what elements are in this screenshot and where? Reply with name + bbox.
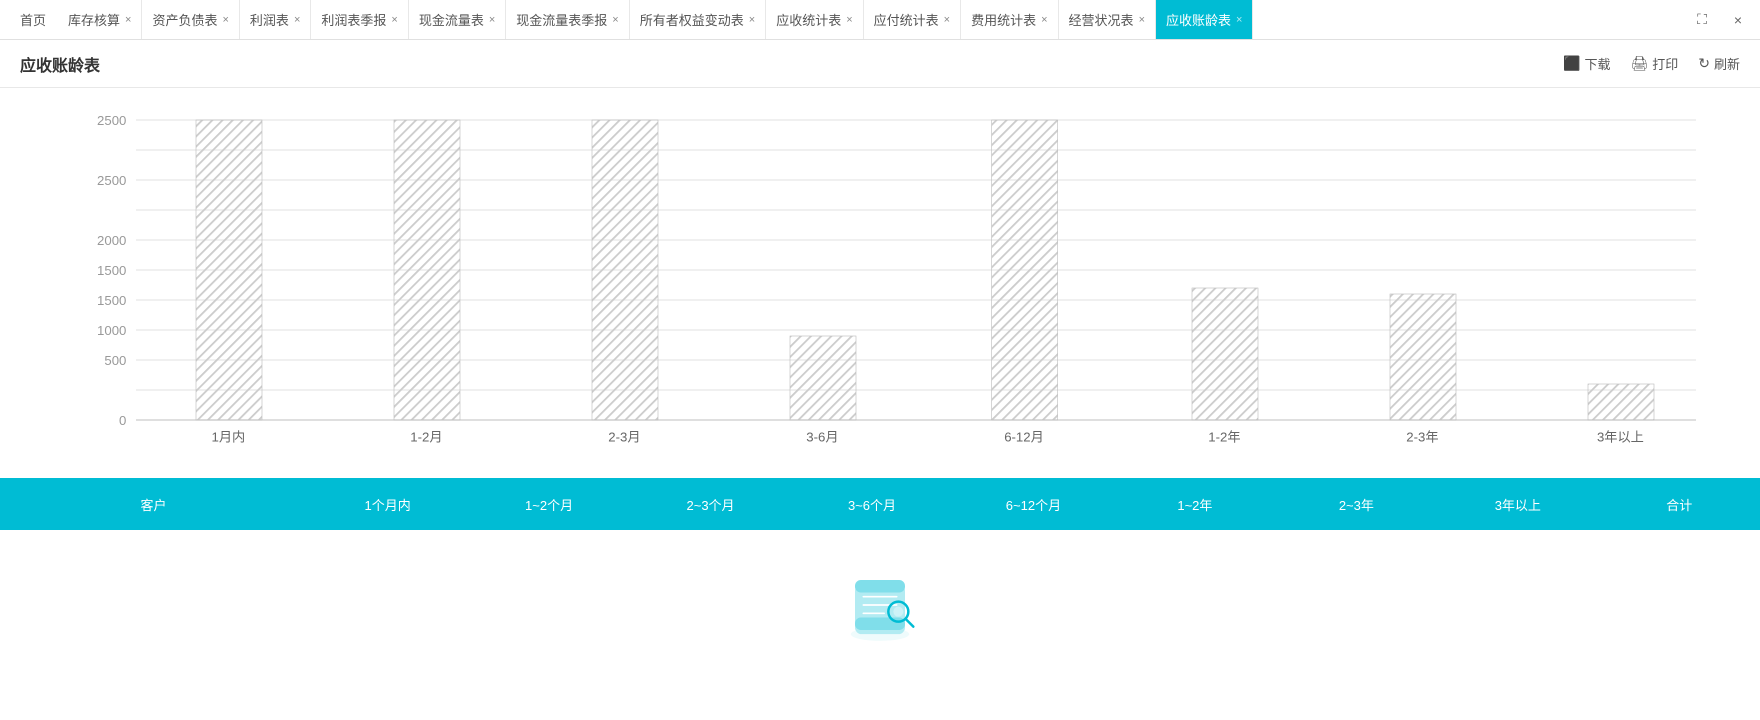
svg-text:1500: 1500: [97, 263, 126, 278]
tab-inventory[interactable]: 库存核算 ×: [58, 0, 142, 40]
close-icon[interactable]: ×: [846, 14, 852, 26]
svg-text:1-2月: 1-2月: [410, 430, 442, 445]
close-icon[interactable]: ×: [294, 14, 300, 26]
download-button[interactable]: ⬛ 下载: [1563, 54, 1610, 73]
svg-text:2500: 2500: [97, 113, 126, 128]
th-2-3month: 2~3个月: [630, 495, 791, 514]
tab-profit-quarterly[interactable]: 利润表季报 ×: [311, 0, 408, 40]
page-header: 应收账龄表 ⬛ 下载 🖨 打印 ↻ 刷新: [0, 40, 1760, 88]
print-label: 打印: [1652, 54, 1678, 73]
close-icon[interactable]: ×: [489, 14, 495, 26]
tab-expense-stats[interactable]: 费用统计表 ×: [961, 0, 1058, 40]
th-2-3year: 2~3年: [1276, 495, 1437, 514]
table-header: 客户 1个月内 1~2个月 2~3个月 3~6个月 6~12个月 1~2年 2~…: [0, 478, 1760, 530]
th-total: 合计: [1599, 495, 1760, 514]
close-icon[interactable]: ×: [1139, 14, 1145, 26]
page-title: 应收账龄表: [20, 52, 100, 76]
svg-text:2-3月: 2-3月: [608, 430, 640, 445]
refresh-icon: ↻: [1698, 55, 1710, 72]
tab-operations[interactable]: 经营状况表 ×: [1059, 0, 1156, 40]
bar-6-12month: [992, 120, 1058, 420]
close-icon[interactable]: ×: [749, 14, 755, 26]
download-label: 下载: [1584, 54, 1610, 73]
svg-text:2-3年: 2-3年: [1406, 430, 1438, 445]
svg-text:3年以上: 3年以上: [1597, 430, 1644, 445]
close-icon[interactable]: ×: [391, 14, 397, 26]
close-button[interactable]: ×: [1724, 6, 1752, 34]
th-1-2month: 1~2个月: [468, 495, 629, 514]
close-icon[interactable]: ×: [1041, 14, 1047, 26]
th-1-2year: 1~2年: [1114, 495, 1275, 514]
tab-cashflow[interactable]: 现金流量表 ×: [409, 0, 506, 40]
header-actions: ⬛ 下载 🖨 打印 ↻ 刷新: [1563, 54, 1740, 73]
svg-text:500: 500: [104, 353, 126, 368]
print-icon: 🖨: [1630, 55, 1648, 72]
refresh-label: 刷新: [1714, 54, 1740, 73]
svg-text:0: 0: [119, 413, 126, 428]
svg-text:3-6月: 3-6月: [806, 430, 838, 445]
download-icon: ⬛: [1563, 55, 1580, 72]
bar-chart: 2500 2500 2000 1500 1500 1000 500 0: [40, 108, 1720, 468]
bar-1month: [196, 120, 262, 420]
svg-text:1月内: 1月内: [212, 430, 246, 445]
tab-profit[interactable]: 利润表 ×: [240, 0, 311, 40]
window-controls: ⛶ ×: [1688, 6, 1752, 34]
close-icon[interactable]: ×: [612, 14, 618, 26]
refresh-button[interactable]: ↻ 刷新: [1698, 54, 1740, 73]
empty-illustration: [830, 560, 930, 650]
tab-home[interactable]: 首页: [8, 0, 58, 40]
tab-ap-stats[interactable]: 应付统计表 ×: [864, 0, 961, 40]
print-button[interactable]: 🖨 打印: [1630, 54, 1678, 73]
th-customer: 客户: [0, 495, 307, 514]
svg-text:2000: 2000: [97, 233, 126, 248]
svg-text:2500: 2500: [97, 173, 126, 188]
close-icon[interactable]: ×: [944, 14, 950, 26]
tab-equity[interactable]: 所有者权益变动表 ×: [630, 0, 766, 40]
empty-state: [0, 530, 1760, 680]
chart-area: 2500 2500 2000 1500 1500 1000 500 0: [0, 88, 1760, 478]
tab-bar: 首页 库存核算 × 资产负债表 × 利润表 × 利润表季报 × 现金流量表 × …: [0, 0, 1760, 40]
bar-2-3year: [1390, 294, 1456, 420]
svg-text:1500: 1500: [97, 293, 126, 308]
close-icon[interactable]: ×: [222, 14, 228, 26]
tab-ar-aging[interactable]: 应收账龄表 ×: [1156, 0, 1253, 40]
th-3-6month: 3~6个月: [791, 495, 952, 514]
main-content: 2500 2500 2000 1500 1500 1000 500 0: [0, 88, 1760, 720]
close-icon[interactable]: ×: [125, 14, 131, 26]
tab-balance[interactable]: 资产负债表 ×: [142, 0, 239, 40]
close-icon[interactable]: ×: [1236, 14, 1242, 26]
bar-2-3month: [592, 120, 658, 420]
svg-text:1000: 1000: [97, 323, 126, 338]
tab-cashflow-quarterly[interactable]: 现金流量表季报 ×: [506, 0, 629, 40]
tab-ar-stats[interactable]: 应收统计表 ×: [766, 0, 863, 40]
th-6-12month: 6~12个月: [953, 495, 1114, 514]
th-1month: 1个月内: [307, 495, 468, 514]
th-3year-plus: 3年以上: [1437, 495, 1598, 514]
bar-1-2year: [1192, 288, 1258, 420]
bar-3-6month: [790, 336, 856, 420]
svg-text:6-12月: 6-12月: [1004, 430, 1044, 445]
svg-text:1-2年: 1-2年: [1208, 430, 1240, 445]
bar-1-2month: [394, 120, 460, 420]
restore-button[interactable]: ⛶: [1688, 6, 1716, 34]
bar-3year-plus: [1588, 384, 1654, 420]
